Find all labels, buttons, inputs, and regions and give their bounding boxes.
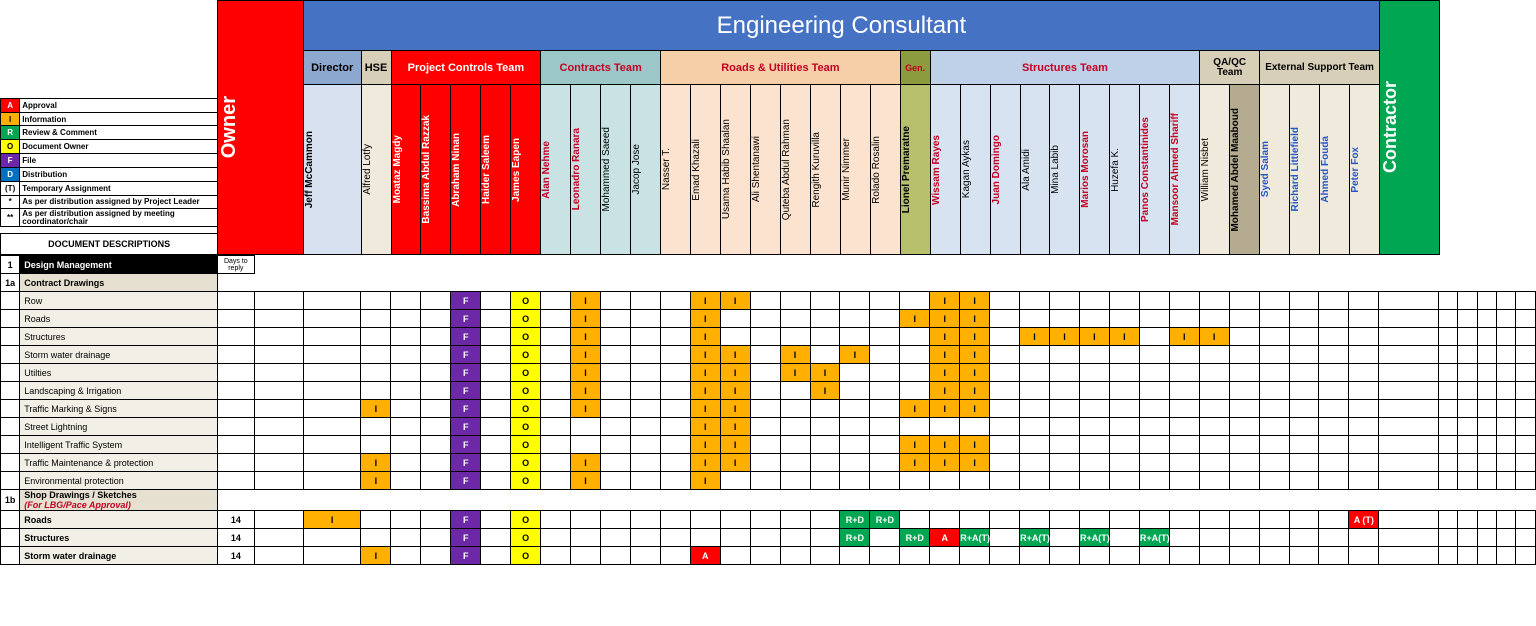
- col-p12: Emad Khazali: [691, 85, 721, 255]
- section-title: Design Management: [20, 256, 218, 274]
- legend-key-I: I: [1, 112, 20, 126]
- col-p34: Peter Fox: [1350, 85, 1380, 255]
- legend-label: Review & Comment: [20, 126, 218, 140]
- col-p4: Abraham Ninan: [451, 85, 481, 255]
- legend-label: As per distribution assigned by meeting …: [20, 209, 218, 227]
- col-p2: Moataz Magdy: [391, 85, 421, 255]
- section-num: 1b: [1, 490, 20, 511]
- team-pct: Project Controls Team: [391, 51, 541, 85]
- legend-key-dstar: **: [1, 209, 20, 227]
- col-p27: Panos Constantinides: [1140, 85, 1170, 255]
- legend-label: Information: [20, 112, 218, 126]
- matrix-table: Owner Engineering Consultant Contractor …: [0, 0, 1536, 255]
- team-hse: HSE: [361, 51, 391, 85]
- legend-label: File: [20, 154, 218, 168]
- section-num: 1: [1, 256, 20, 274]
- team-director: Director: [303, 51, 361, 85]
- data-row: Traffic Maintenance & protection IFO I I…: [1, 454, 1536, 472]
- legend-label: As per distribution assigned by Project …: [20, 195, 218, 209]
- col-p7: Alan Nehme: [541, 85, 571, 255]
- col-p24: Mina Labib: [1050, 85, 1080, 255]
- col-p31: Syed Salam: [1260, 85, 1290, 255]
- col-p19: Lionel Premaratne: [900, 85, 930, 255]
- data-row: Structures FO I I IIIIIII I: [1, 328, 1536, 346]
- section-num: 1a: [1, 274, 20, 292]
- legend-blank: [1, 85, 218, 99]
- team-ext: External Support Team: [1260, 51, 1380, 85]
- legend-key-R: R: [1, 126, 20, 140]
- col-p26: Huzefa K.: [1110, 85, 1140, 255]
- data-row: Storm water drainage14 IFO A: [1, 547, 1536, 565]
- col-p28: Mansoor Ahmed Shariff: [1170, 85, 1200, 255]
- data-grid: 1 Design Management Days to reply 1a Con…: [0, 255, 1536, 565]
- legend-key-F: F: [1, 154, 20, 168]
- data-row: Roads14 IFO R+DR+D A (T): [1, 511, 1536, 529]
- col-p0: Jeff McCammon: [303, 85, 361, 255]
- data-row: Street Lightning FO II: [1, 418, 1536, 436]
- col-p23: Ala Amidi: [1020, 85, 1050, 255]
- team-ct: Contracts Team: [541, 51, 661, 85]
- days-header: Days to reply: [218, 256, 254, 274]
- col-p13: Usama Habib Shaalan: [720, 85, 750, 255]
- col-p6: James Eapen: [511, 85, 541, 255]
- data-row: Roads FO I I I II: [1, 310, 1536, 328]
- corner-blank: [1, 1, 218, 85]
- col-p29: William Nisbet: [1200, 85, 1230, 255]
- team-qaqc: QA/QC Team: [1200, 51, 1260, 85]
- team-gen: Gen.: [900, 51, 930, 85]
- col-p30: Mohamed Abdel Maaboud: [1230, 85, 1260, 255]
- col-p3: Bassima Abdul Razzak: [421, 85, 451, 255]
- legend-label: Document Owner: [20, 140, 218, 154]
- main-header: Engineering Consultant: [303, 1, 1379, 51]
- data-row: Storm water drainage FO I IIII II: [1, 346, 1536, 364]
- contractor-header: Contractor: [1380, 1, 1440, 255]
- col-p9: Mohammed Saeed: [601, 85, 631, 255]
- legend-label: Temporary Assignment: [20, 181, 218, 195]
- col-p5: Haider Saleem: [481, 85, 511, 255]
- data-row: Landscaping & Irrigation FO I III II: [1, 382, 1536, 400]
- subsection-title: Contract Drawings: [20, 274, 218, 292]
- legend-key-A: A: [1, 98, 20, 112]
- team-st: Structures Team: [930, 51, 1200, 85]
- col-p17: Munir Nimmer: [840, 85, 870, 255]
- col-p21: Kagan Aykas: [960, 85, 990, 255]
- data-row: Row FO I II II: [1, 292, 1536, 310]
- col-p25: Marios Morosan: [1080, 85, 1110, 255]
- col-p14: Ali Shentanawi: [750, 85, 780, 255]
- doc-desc-header: DOCUMENT DESCRIPTIONS: [1, 233, 218, 254]
- owner-header: Owner: [218, 1, 304, 255]
- data-row: Utilties FO I IIII II: [1, 364, 1536, 382]
- col-p16: Rengith Kuruvilla: [810, 85, 840, 255]
- col-p15: Quteba Abdul Rahman: [780, 85, 810, 255]
- right-blank: [1439, 1, 1536, 255]
- col-p22: Juan Domingo: [990, 85, 1020, 255]
- col-p1: Alfred Lotfy: [361, 85, 391, 255]
- data-row: Traffic Marking & Signs IFO I II I II: [1, 400, 1536, 418]
- data-row: Environmental protection IFO I I: [1, 472, 1536, 490]
- legend-key-D: D: [1, 167, 20, 181]
- legend-key-star: *: [1, 195, 20, 209]
- team-rut: Roads & Utilities Team: [661, 51, 901, 85]
- col-p20: Wissam Rayes: [930, 85, 960, 255]
- legend-key-O: O: [1, 140, 20, 154]
- col-p18: Rolado Rosalin: [870, 85, 900, 255]
- col-p11: Nasser T.: [661, 85, 691, 255]
- legend-label: Approval: [20, 98, 218, 112]
- col-p32: Richard Littlefield: [1290, 85, 1320, 255]
- col-p8: Leonadro Ranara: [571, 85, 601, 255]
- data-row: Structures14 FO R+D R+D AR+A(T)R+A(T)R+A…: [1, 529, 1536, 547]
- col-p10: Jacop Jose: [631, 85, 661, 255]
- legend-key-T: (T): [1, 181, 20, 195]
- subsection-title: Shop Drawings / Sketches (For LBG/Pace A…: [20, 490, 218, 511]
- legend-label: Distribution: [20, 167, 218, 181]
- col-p33: Ahmed Fouda: [1320, 85, 1350, 255]
- data-row: Intelligent Traffic System FO II I II: [1, 436, 1536, 454]
